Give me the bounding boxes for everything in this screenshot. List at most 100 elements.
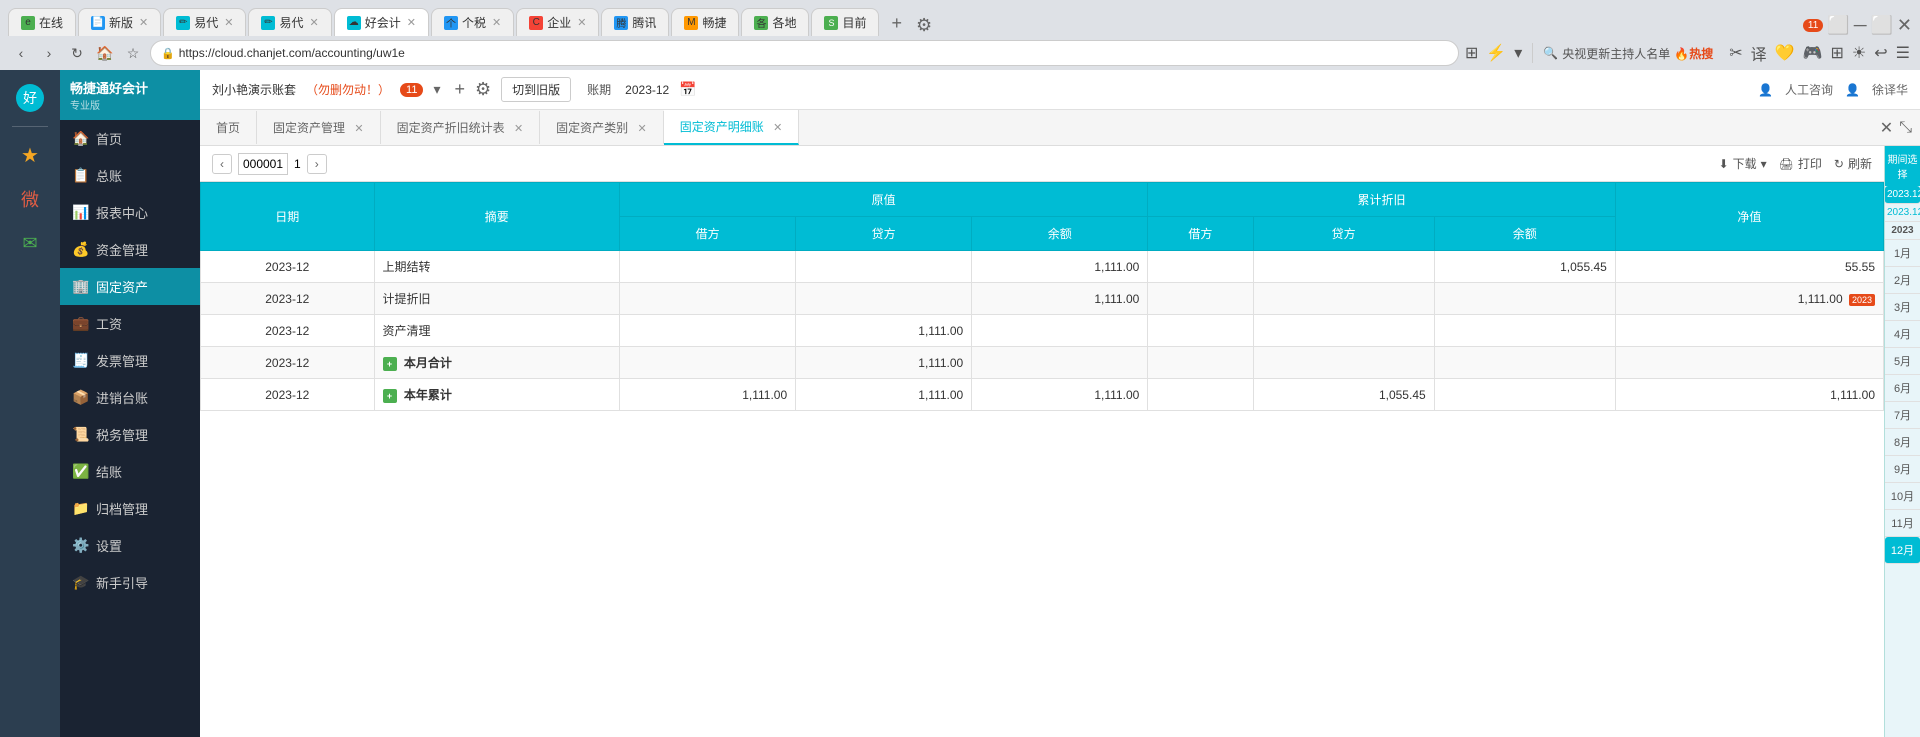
tab-close-yidai2[interactable]: ✕ <box>310 16 319 29</box>
wallet-icon[interactable]: 💛 <box>1775 43 1795 63</box>
page-tab-fixed-assets-mgmt-close[interactable]: ✕ <box>354 123 363 135</box>
page-tab-fixed-assets-mgmt[interactable]: 固定资产管理 ✕ <box>257 111 381 144</box>
tab-tengxun[interactable]: 腾 腾讯 <box>601 8 669 36</box>
window-minimize-btn[interactable]: ─ <box>1854 15 1867 36</box>
prev-page-btn[interactable]: ‹ <box>212 154 232 174</box>
row4-net-value <box>1615 347 1883 379</box>
nav-item-archive[interactable]: 📁 归档管理 <box>60 490 200 527</box>
translate-icon[interactable]: 译 <box>1751 41 1767 65</box>
tab-close-haokuaiji[interactable]: ✕ <box>407 16 416 29</box>
period-month-3[interactable]: 3月 <box>1885 294 1920 321</box>
nav-item-reports[interactable]: 📊 报表中心 <box>60 194 200 231</box>
settings-nav-icon: ⚙️ <box>72 537 88 554</box>
reload-btn[interactable]: ↻ <box>66 42 88 64</box>
page-tab-close-all-icon[interactable]: ✕ <box>1880 118 1893 138</box>
download-btn[interactable]: ⬇ 下载 ▾ <box>1719 155 1767 172</box>
nav-item-home[interactable]: 🏠 首页 <box>60 120 200 157</box>
app-logo[interactable]: 好 <box>8 78 52 118</box>
tab-close-geshui[interactable]: ✕ <box>492 16 501 29</box>
period-month-9[interactable]: 9月 <box>1885 456 1920 483</box>
page-tab-fixed-assets-category[interactable]: 固定资产类别 ✕ <box>540 111 664 144</box>
tab-close-yidai1[interactable]: ✕ <box>224 16 233 29</box>
game-icon[interactable]: 🎮 <box>1803 43 1823 63</box>
new-tab-btn[interactable]: + <box>881 13 912 34</box>
sidebar-icon-star[interactable]: ★ <box>8 135 52 175</box>
tab-badge: 11 <box>1803 19 1823 32</box>
nav-item-tax[interactable]: 📜 税务管理 <box>60 416 200 453</box>
nav-item-guide[interactable]: 🎓 新手引导 <box>60 564 200 601</box>
period-month-11[interactable]: 11月 <box>1885 510 1920 537</box>
page-tab-expand-icon[interactable]: ⤡ <box>1899 119 1912 137</box>
period-month-1[interactable]: 1月 <box>1885 240 1920 267</box>
account-code-input[interactable] <box>238 153 288 175</box>
period-date-1[interactable]: 2023.12 <box>1885 186 1920 204</box>
period-month-2[interactable]: 2月 <box>1885 267 1920 294</box>
tab-yidai1[interactable]: ✏ 易代 ✕ <box>163 8 246 36</box>
period-month-6[interactable]: 6月 <box>1885 375 1920 402</box>
topbar-add-icon[interactable]: + <box>454 79 465 100</box>
row3-acc-credit <box>1253 315 1434 347</box>
tab-changjie[interactable]: M 畅捷 <box>671 8 739 36</box>
page-tab-fixed-assets-category-close[interactable]: ✕ <box>638 123 647 135</box>
lightning-icon[interactable]: ⚡ <box>1486 43 1506 63</box>
window-maximize-btn[interactable]: ⬜ <box>1870 15 1892 36</box>
tab-restore-btn[interactable]: ⬜ <box>1827 15 1849 36</box>
window-close-btn[interactable]: ✕ <box>1897 15 1912 36</box>
nav-item-fixed-assets[interactable]: 🏢 固定资产 <box>60 268 200 305</box>
print-btn[interactable]: 🖨 打印 <box>1779 155 1822 172</box>
tab-more-btn[interactable]: ⚙ <box>916 15 932 36</box>
scissors-icon[interactable]: ✂ <box>1729 43 1742 63</box>
tab-yidai2[interactable]: ✏ 易代 ✕ <box>248 8 331 36</box>
period-month-8[interactable]: 8月 <box>1885 429 1920 456</box>
period-date-2[interactable]: 2023.12 <box>1885 204 1920 222</box>
tab-new[interactable]: 📄 新版 ✕ <box>78 8 161 36</box>
nav-item-closing[interactable]: ✅ 结账 <box>60 453 200 490</box>
dropdown-icon[interactable]: ▾ <box>1514 43 1522 63</box>
tab-qiye[interactable]: C 企业 ✕ <box>516 8 599 36</box>
page-tab-depreciation-stats-close[interactable]: ✕ <box>514 123 523 135</box>
customer-service-label[interactable]: 人工咨询 <box>1785 81 1833 98</box>
forward-btn[interactable]: › <box>38 42 60 64</box>
sales-nav-icon: 📦 <box>72 389 88 406</box>
hot-search-label: 🔥热搜 <box>1674 45 1713 62</box>
page-tab-home[interactable]: 首页 <box>200 111 257 144</box>
topbar-dropdown-icon[interactable]: ▾ <box>433 81 440 98</box>
period-month-4[interactable]: 4月 <box>1885 321 1920 348</box>
bookmark-btn[interactable]: ☆ <box>122 42 144 64</box>
refresh-btn[interactable]: ↻ 刷新 <box>1834 155 1872 172</box>
topbar-calendar-icon[interactable]: 📅 <box>679 81 696 98</box>
tab-close-qiye[interactable]: ✕ <box>577 16 586 29</box>
tab-haokuaiji[interactable]: ☁ 好会计 ✕ <box>334 8 429 36</box>
tab-muqian[interactable]: S 目前 <box>811 8 879 36</box>
sidebar-icon-weibo[interactable]: 微 <box>8 179 52 219</box>
tab-online[interactable]: e 在线 <box>8 8 76 36</box>
period-month-5[interactable]: 5月 <box>1885 348 1920 375</box>
menu-icon[interactable]: ☰ <box>1896 43 1910 63</box>
back-btn[interactable]: ‹ <box>10 42 32 64</box>
page-tab-depreciation-stats[interactable]: 固定资产折旧统计表 ✕ <box>381 111 541 144</box>
period-month-12[interactable]: 12月 <box>1885 537 1920 564</box>
nav-item-settings[interactable]: ⚙️ 设置 <box>60 527 200 564</box>
next-page-btn[interactable]: › <box>307 154 327 174</box>
period-month-7[interactable]: 7月 <box>1885 402 1920 429</box>
topbar-gear-icon[interactable]: ⚙ <box>475 79 491 100</box>
period-month-10[interactable]: 10月 <box>1885 483 1920 510</box>
tab-gedi[interactable]: 各 各地 <box>741 8 809 36</box>
brightness-icon[interactable]: ☀ <box>1852 43 1866 63</box>
page-tab-detail-ledger[interactable]: 固定资产明细账 ✕ <box>664 110 800 145</box>
url-bar[interactable]: 🔒 https://cloud.chanjet.com/accounting/u… <box>150 40 1459 66</box>
nav-item-invoices[interactable]: 🧾 发票管理 <box>60 342 200 379</box>
tab-geshui[interactable]: 个 个税 ✕ <box>431 8 514 36</box>
nav-item-funds[interactable]: 💰 资金管理 <box>60 231 200 268</box>
layout-icon[interactable]: ⊞ <box>1831 43 1844 63</box>
nav-item-general-ledger[interactable]: 📋 总账 <box>60 157 200 194</box>
history-icon[interactable]: ↩ <box>1874 43 1887 63</box>
nav-item-sales-ledger[interactable]: 📦 进销台账 <box>60 379 200 416</box>
tab-close-new[interactable]: ✕ <box>139 16 148 29</box>
home-btn[interactable]: 🏠 <box>94 42 116 64</box>
page-tab-detail-ledger-close[interactable]: ✕ <box>773 122 782 134</box>
sidebar-icon-mail[interactable]: ✉ <box>8 223 52 263</box>
switch-version-btn[interactable]: 切到旧版 <box>501 77 571 102</box>
nav-item-payroll[interactable]: 💼 工资 <box>60 305 200 342</box>
grid-icon[interactable]: ⊞ <box>1465 43 1478 63</box>
